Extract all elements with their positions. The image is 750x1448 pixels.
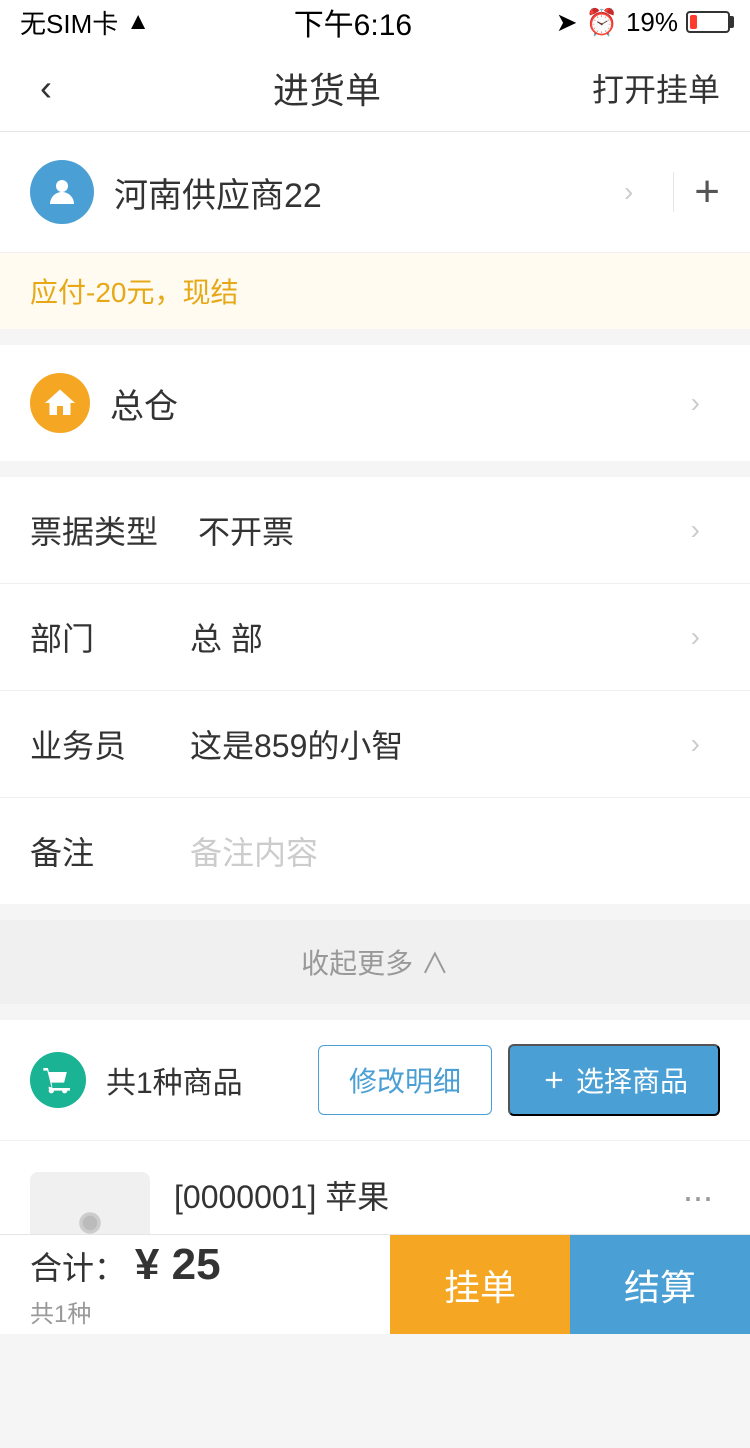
- cart-icon: [42, 1064, 74, 1096]
- invoice-label: 票据类型: [30, 507, 158, 553]
- edit-details-button[interactable]: 修改明细: [318, 1045, 492, 1115]
- department-label: 部门: [30, 614, 150, 660]
- bottom-bar: 合计： ¥ 25 共1种 挂单 结算: [0, 1234, 750, 1334]
- department-chevron-icon: ›: [691, 621, 700, 653]
- product-title-text: 苹果: [325, 1179, 389, 1215]
- home-icon: [42, 385, 78, 421]
- products-header: 共1种商品 修改明细 选择商品: [0, 1020, 750, 1141]
- department-row[interactable]: 部门 总 部 ›: [0, 584, 750, 691]
- person-icon: [44, 174, 80, 210]
- status-time: 下午6:16: [294, 0, 412, 44]
- salesman-row[interactable]: 业务员 这是859的小智 ›: [0, 691, 750, 798]
- product-id: [0000001]: [174, 1179, 316, 1215]
- salesman-chevron-icon: ›: [691, 728, 700, 760]
- total-count: 共1种: [30, 1294, 360, 1329]
- status-left: 无SIM卡 ▲: [20, 4, 150, 41]
- wifi-icon: ▲: [126, 8, 150, 36]
- remark-row[interactable]: 备注 备注内容: [0, 798, 750, 904]
- products-icon: [30, 1052, 86, 1108]
- select-products-button[interactable]: 选择商品: [508, 1044, 720, 1116]
- back-button[interactable]: ‹: [30, 57, 62, 119]
- nav-bar: ‹ 进货单 打开挂单: [0, 44, 750, 132]
- warehouse-chevron-icon: ›: [691, 387, 700, 419]
- supplier-row[interactable]: 河南供应商22 › +: [0, 132, 750, 253]
- battery-icon: [686, 11, 730, 33]
- total-section: 合计： ¥ 25 共1种: [0, 1235, 390, 1334]
- warehouse-row[interactable]: 总仓 ›: [0, 345, 750, 461]
- supplier-notice: 应付-20元，现结: [0, 253, 750, 329]
- status-right: ➤ ⏰ 19%: [556, 7, 730, 38]
- salesman-label: 业务员: [30, 721, 150, 767]
- bottom-padding: [0, 1338, 750, 1448]
- department-value: 总 部: [150, 614, 691, 660]
- checkout-button[interactable]: 结算: [570, 1235, 750, 1334]
- form-card: 票据类型 不开票 › 部门 总 部 › 业务员 这是859的小智 › 备注 备注…: [0, 477, 750, 904]
- alarm-icon: ⏰: [586, 7, 618, 38]
- page-title: 进货单: [273, 62, 381, 114]
- supplier-name: 河南供应商22: [114, 168, 624, 217]
- total-row: 合计： ¥ 25: [30, 1240, 360, 1290]
- supplier-chevron-icon: ›: [624, 176, 633, 208]
- carrier-label: 无SIM卡: [20, 4, 118, 41]
- collapse-bar[interactable]: 收起更多 ∧: [0, 920, 750, 1004]
- remark-input[interactable]: 备注内容: [150, 828, 720, 874]
- supplier-avatar: [30, 160, 94, 224]
- location-icon: ➤: [556, 7, 578, 38]
- supplier-divider: [673, 172, 674, 212]
- salesman-value: 这是859的小智: [150, 721, 691, 767]
- invoice-row[interactable]: 票据类型 不开票 ›: [0, 477, 750, 584]
- warehouse-icon: [30, 373, 90, 433]
- supplier-card: 河南供应商22 › + 应付-20元，现结: [0, 132, 750, 329]
- battery-percent: 19%: [626, 7, 678, 38]
- invoice-chevron-icon: ›: [691, 514, 700, 546]
- total-amount: ¥ 25: [135, 1240, 221, 1289]
- add-supplier-button[interactable]: +: [694, 170, 720, 214]
- invoice-value: 不开票: [158, 507, 691, 553]
- open-pending-button[interactable]: 打开挂单: [592, 65, 720, 111]
- battery-fill: [690, 15, 697, 29]
- warehouse-label: 总仓: [110, 379, 691, 428]
- select-products-label: 选择商品: [576, 1060, 688, 1100]
- select-cart-icon: [540, 1066, 568, 1094]
- suspend-button[interactable]: 挂单: [390, 1235, 570, 1334]
- warehouse-card[interactable]: 总仓 ›: [0, 345, 750, 461]
- products-count-label: 共1种商品: [106, 1058, 318, 1102]
- product-name: [0000001] 苹果: [174, 1172, 674, 1218]
- remark-label: 备注: [30, 828, 150, 874]
- total-label: 合计：: [30, 1250, 126, 1286]
- status-bar: 无SIM卡 ▲ 下午6:16 ➤ ⏰ 19%: [0, 0, 750, 44]
- product-more-button[interactable]: ···: [674, 1172, 720, 1222]
